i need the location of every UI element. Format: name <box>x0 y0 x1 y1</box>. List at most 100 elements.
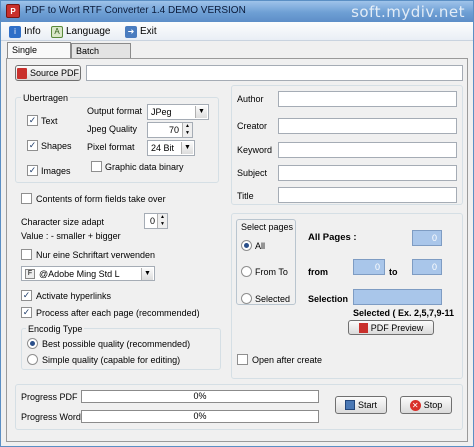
select-pages-legend: Select pages <box>241 222 294 232</box>
progress-pdf-text: 0% <box>193 391 207 401</box>
source-pdf-label: Source PDF <box>29 68 80 78</box>
chevron-down-icon: ▼ <box>195 106 207 118</box>
shapes-checkbox-label: Shapes <box>41 141 72 151</box>
form-fields-label: Contents of form fields take over <box>36 194 166 204</box>
spinner-arrows-icon: ▲ ▼ <box>157 214 167 228</box>
best-quality-radio[interactable] <box>27 338 38 349</box>
process-after-checkbox[interactable]: ✓ <box>21 307 32 318</box>
font-select[interactable]: F @Adobe Ming Std L ▼ <box>21 266 155 281</box>
progress-pdf-label: Progress PDF <box>21 392 78 402</box>
images-checkbox[interactable]: ✓ <box>27 165 38 176</box>
pdf-file-icon <box>16 67 27 79</box>
selection-label: Selection <box>308 294 349 304</box>
progress-word-label: Progress Word <box>21 412 81 422</box>
to-label: to <box>389 267 398 277</box>
open-after-checkbox[interactable] <box>237 354 248 365</box>
output-format-select[interactable]: JPeg ▼ <box>147 104 209 120</box>
pdf-preview-button[interactable]: PDF Preview <box>348 320 434 335</box>
pixel-format-label: Pixel format <box>87 142 135 152</box>
source-path-input[interactable] <box>86 65 463 81</box>
source-pdf-button[interactable]: Source PDF <box>15 65 81 81</box>
ubertragen-legend: Ubertragen <box>21 93 71 103</box>
creator-input[interactable] <box>278 118 457 134</box>
process-after-label: Process after each page (recommended) <box>36 308 200 318</box>
all-pages-radio[interactable] <box>241 240 252 251</box>
keyword-label: Keyword <box>237 145 273 155</box>
menu-language-label: Language <box>66 26 111 37</box>
from-to-radio[interactable] <box>241 266 252 277</box>
selected-radio-label: Selected <box>255 294 291 304</box>
output-format-label: Output format <box>87 106 143 116</box>
menu-bar: i Info A Language ➜ Exit <box>1 22 473 41</box>
info-icon: i <box>9 25 21 38</box>
start-button[interactable]: Start <box>335 396 387 414</box>
author-label: Author <box>237 94 264 104</box>
creator-label: Creator <box>237 121 268 131</box>
language-icon: A <box>51 25 63 38</box>
form-fields-checkbox[interactable] <box>21 193 32 204</box>
keyword-input[interactable] <box>278 142 457 158</box>
title-label: Title <box>237 191 254 201</box>
output-format-value: JPeg <box>151 107 172 117</box>
app-window: P PDF to Wort RTF Converter 1.4 DEMO VER… <box>0 0 474 447</box>
pixel-format-select[interactable]: 24 Bit ▼ <box>147 140 195 156</box>
from-input[interactable]: 0 <box>353 259 385 275</box>
progress-pdf-bar: 0% <box>81 390 319 403</box>
char-size-label: Character size adapt <box>21 217 105 227</box>
stop-label: Stop <box>423 400 443 410</box>
font-select-value: @Adobe Ming Std L <box>39 269 120 279</box>
simple-quality-label: Simple quality (capable for editing) <box>42 355 181 365</box>
jpeg-quality-label: Jpeg Quality <box>87 124 138 134</box>
encoding-legend: Encodig Type <box>26 324 85 334</box>
graphic-binary-label: Graphic data binary <box>105 162 184 172</box>
one-font-checkbox[interactable] <box>21 249 32 260</box>
text-checkbox[interactable]: ✓ <box>27 115 38 126</box>
char-size-spinner[interactable]: 0 ▲ ▼ <box>144 213 168 229</box>
start-label: Start <box>357 400 377 410</box>
author-input[interactable] <box>278 91 457 107</box>
title-bar: P PDF to Wort RTF Converter 1.4 DEMO VER… <box>1 1 473 22</box>
jpeg-quality-spinner[interactable]: 70 ▲ ▼ <box>147 122 193 138</box>
selected-radio[interactable] <box>241 293 252 304</box>
watermark-logo: soft.mydiv.net <box>351 3 465 21</box>
single-process-page: Source PDF Ubertragen ✓ Text ✓ Shapes ✓ … <box>6 58 468 442</box>
start-icon <box>344 400 355 410</box>
menu-language[interactable]: A Language <box>51 24 111 39</box>
char-size-value: 0 <box>149 216 155 226</box>
subject-input[interactable] <box>278 165 457 181</box>
subject-label: Subject <box>237 168 268 178</box>
pixel-format-value: 24 Bit <box>151 143 175 153</box>
all-pages-count-value: 0 <box>412 230 442 246</box>
selection-input[interactable] <box>353 289 442 305</box>
graphic-binary-checkbox[interactable] <box>91 161 102 172</box>
menu-info[interactable]: i Info <box>9 24 41 39</box>
one-font-label: Nur eine Schriftart verwenden <box>36 250 156 260</box>
all-pages-radio-label: All <box>255 241 266 251</box>
tab-batch-process[interactable]: Batch process <box>71 43 131 66</box>
chevron-down-icon: ▼ <box>141 268 153 280</box>
spinner-arrows-icon: ▲ ▼ <box>182 123 192 137</box>
stop-button[interactable]: ✕ Stop <box>400 396 452 414</box>
open-after-label: Open after create <box>252 355 323 365</box>
text-checkbox-label: Text <box>41 116 58 126</box>
pdf-file-icon <box>358 322 368 333</box>
from-label: from <box>308 267 328 277</box>
chevron-down-icon: ▼ <box>181 142 193 154</box>
exit-icon: ➜ <box>125 25 137 38</box>
pdf-preview-label: PDF Preview <box>370 322 424 333</box>
font-icon: F <box>25 269 35 279</box>
window-title: PDF to Wort RTF Converter 1.4 DEMO VERSI… <box>25 5 246 16</box>
shapes-checkbox[interactable]: ✓ <box>27 140 38 151</box>
stop-icon: ✕ <box>409 399 421 411</box>
hyperlinks-checkbox[interactable]: ✓ <box>21 290 32 301</box>
simple-quality-radio[interactable] <box>27 354 38 365</box>
progress-word-text: 0% <box>193 411 207 421</box>
to-input[interactable]: 0 <box>412 259 442 275</box>
from-to-radio-label: From To <box>255 267 288 277</box>
menu-exit-label: Exit <box>140 26 157 37</box>
jpeg-quality-value: 70 <box>168 125 179 135</box>
title-input[interactable] <box>278 187 457 203</box>
all-pages-count-label: All Pages : <box>308 232 357 243</box>
menu-exit[interactable]: ➜ Exit <box>125 24 157 39</box>
tab-single-process[interactable]: Single process <box>7 42 71 65</box>
